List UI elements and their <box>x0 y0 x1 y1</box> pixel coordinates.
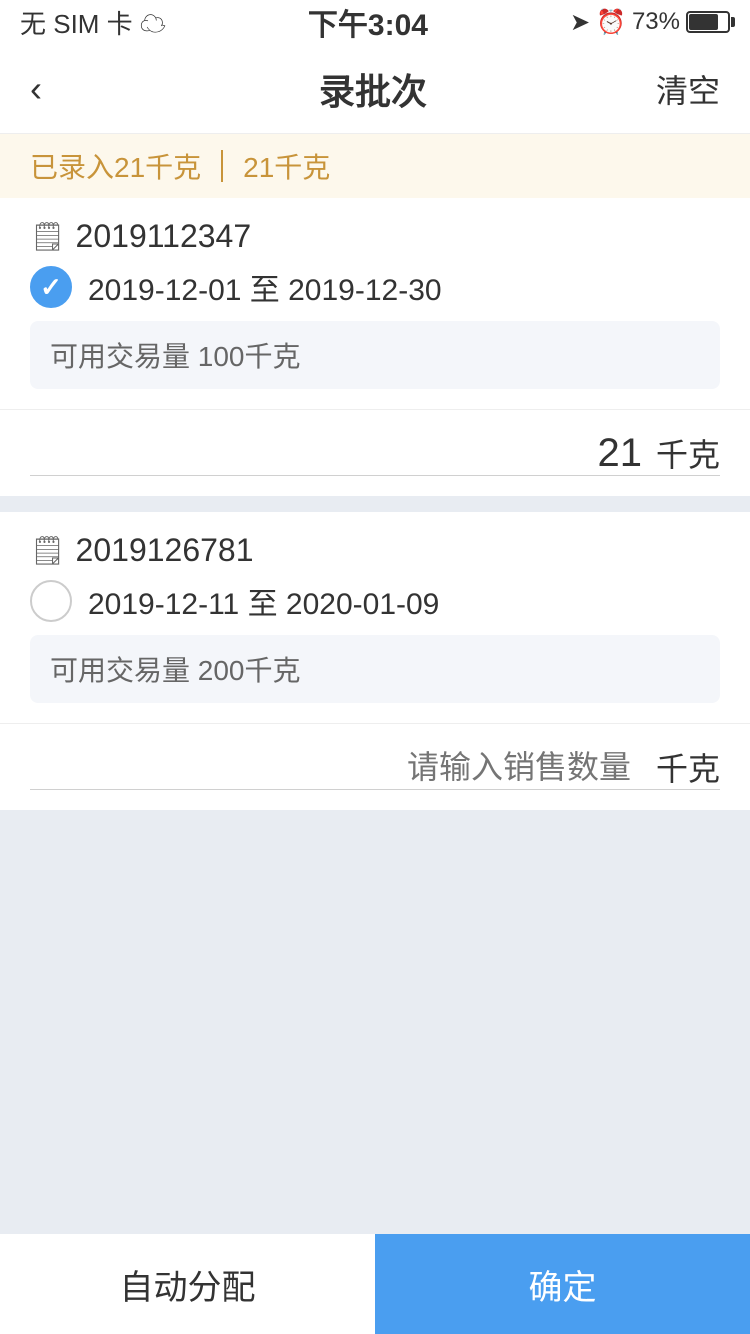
battery-percent: 73% <box>632 8 680 36</box>
batch-date-2: 2019-12-11 至 2020-01-09 <box>88 579 439 623</box>
qty-input-2[interactable] <box>346 749 646 786</box>
batch-id-1: 2019112347 <box>76 218 252 255</box>
batch-item-1: 🗒 2019112347 2019-12-01 至 2019-12-30 可用交… <box>0 198 750 409</box>
radio-2[interactable] <box>30 580 72 622</box>
auto-distribute-button[interactable]: 自动分配 <box>0 1234 375 1334</box>
batch-id-icon-1: 🗒 <box>30 220 66 253</box>
qty-unit-2: 千克 <box>656 744 720 790</box>
alarm-icon: ⏰ <box>596 8 626 37</box>
page-title: 录批次 <box>319 63 427 115</box>
status-right: ➤ ⏰ 73% <box>570 8 730 37</box>
status-bar: 无 SIM 卡 ☁ 下午3:04 ➤ ⏰ 73% <box>0 0 750 44</box>
qty-row-1: 21 千克 <box>0 409 750 496</box>
batch-item-2: 🗒 2019126781 2019-12-11 至 2020-01-09 可用交… <box>0 512 750 723</box>
recorded-label: 已录入21千克 <box>30 146 201 186</box>
status-left: 无 SIM 卡 ☁ <box>20 4 166 41</box>
status-time: 下午3:04 <box>308 0 428 44</box>
qty-unit-1: 千克 <box>656 430 720 476</box>
batch-id-2: 2019126781 <box>76 532 254 569</box>
qty-row-2: 千克 <box>0 723 750 810</box>
empty-area <box>0 810 750 1250</box>
clear-button[interactable]: 清空 <box>656 66 720 112</box>
nav-bar: ‹ 录批次 清空 <box>0 44 750 134</box>
info-divider <box>221 150 223 182</box>
back-button[interactable]: ‹ <box>30 68 90 110</box>
available-qty-1: 可用交易量 100千克 <box>30 321 720 389</box>
bottom-bar: 自动分配 确定 <box>0 1234 750 1334</box>
batch-date-row-1[interactable]: 2019-12-01 至 2019-12-30 <box>30 265 720 309</box>
available-qty-2: 可用交易量 200千克 <box>30 635 720 703</box>
batch-id-icon-2: 🗒 <box>30 534 66 567</box>
batch-date-1: 2019-12-01 至 2019-12-30 <box>88 265 442 309</box>
batch-header-1: 🗒 2019112347 <box>30 198 720 265</box>
sim-label: 无 SIM 卡 ☁ <box>20 4 166 41</box>
section-divider-1 <box>0 496 750 512</box>
qty-value-1: 21 <box>597 431 642 476</box>
confirm-button[interactable]: 确定 <box>375 1234 750 1334</box>
location-icon: ➤ <box>570 8 590 37</box>
amount-label: 21千克 <box>243 146 330 186</box>
batch-date-row-2[interactable]: 2019-12-11 至 2020-01-09 <box>30 579 720 623</box>
info-banner: 已录入21千克 21千克 <box>0 134 750 198</box>
battery-icon <box>686 11 730 33</box>
radio-1[interactable] <box>30 266 72 308</box>
batch-header-2: 🗒 2019126781 <box>30 512 720 579</box>
